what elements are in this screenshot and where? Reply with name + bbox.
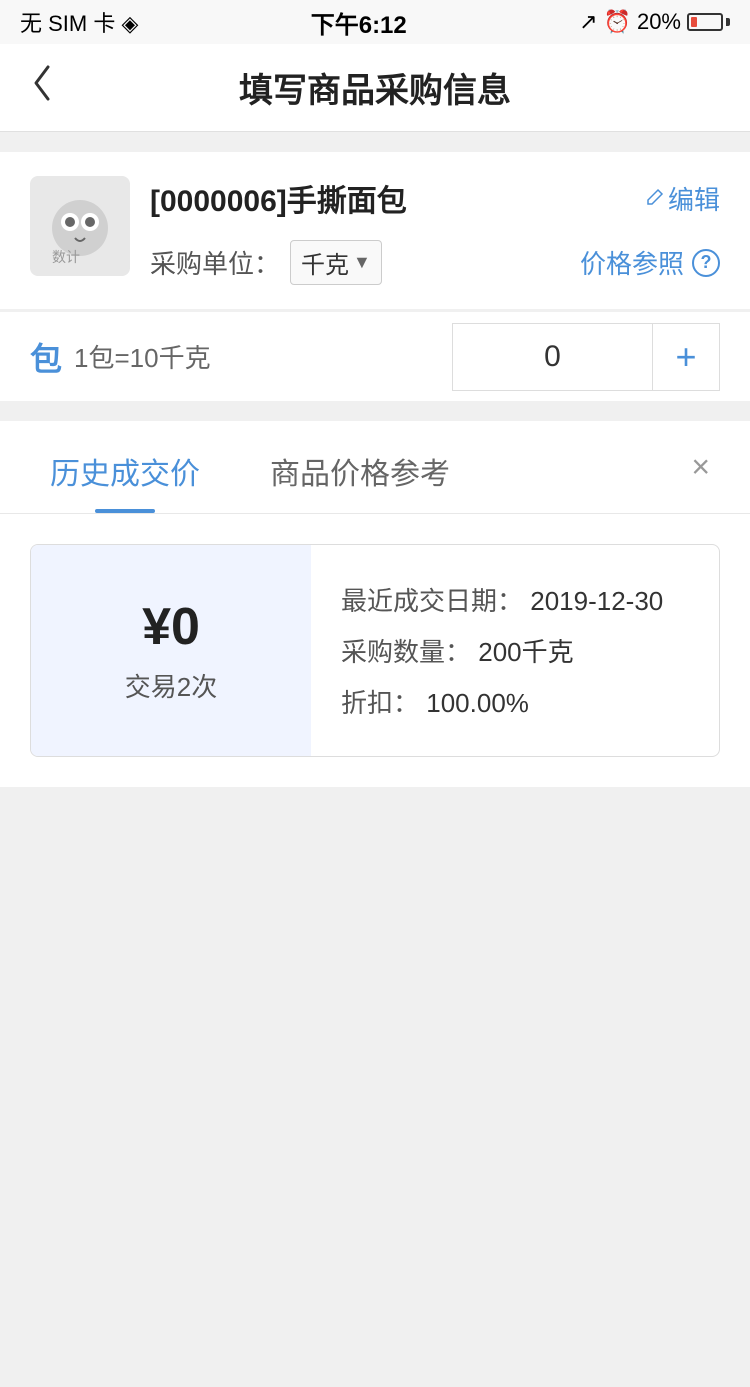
transaction-count: 交易2次 — [125, 667, 217, 704]
dropdown-arrow-icon: ▼ — [353, 252, 371, 273]
transaction-right: 最近成交日期： 2019-12-30 采购数量： 200千克 折扣： 100.0… — [311, 545, 719, 756]
alarm-icon: ⏰ — [604, 9, 631, 35]
svg-text:数计: 数计 — [52, 249, 80, 265]
edit-button[interactable]: 编辑 — [644, 180, 720, 217]
price-ref-label: 价格参照 — [580, 244, 684, 281]
product-unit-row: 采购单位： 千克 ▼ 价格参照 ? — [150, 240, 720, 285]
product-title: 手撕面包 — [287, 185, 407, 218]
tabs-section: 历史成交价 商品价格参考 × ¥0 交易2次 最近成交日期： 2019-12-3… — [0, 421, 750, 787]
transaction-discount-row: 折扣： 100.00% — [341, 683, 689, 720]
transaction-left: ¥0 交易2次 — [31, 545, 311, 756]
quantity-input-row: + — [452, 323, 720, 391]
location-icon: ↗ — [579, 9, 597, 35]
unit-label-text: 采购单位： — [150, 244, 280, 281]
edit-label: 编辑 — [668, 180, 720, 217]
quantity-input[interactable] — [452, 323, 652, 391]
unit-label: 采购单位： 千克 ▼ — [150, 240, 382, 285]
status-bar-left: 无 SIM 卡 ◈ — [20, 6, 138, 38]
product-header: 数计 [0000006]手撕面包 编辑 采购单位： 千克 — [30, 176, 720, 285]
purchase-quantity-value: 200千克 — [478, 637, 573, 667]
tab-price-reference[interactable]: 商品价格参考 — [250, 421, 470, 513]
price-ref-button[interactable]: 价格参照 ? — [580, 244, 720, 281]
product-image: 数计 — [30, 176, 130, 276]
transaction-date-row: 最近成交日期： 2019-12-30 — [341, 581, 689, 618]
empty-space — [0, 787, 750, 1387]
quantity-label: 包 1包=10千克 — [30, 334, 211, 380]
quantity-section: 包 1包=10千克 + — [0, 311, 750, 401]
tab-close-button[interactable]: × — [681, 439, 720, 496]
sim-status: 无 SIM 卡 ◈ — [20, 6, 138, 38]
back-button[interactable] — [30, 63, 54, 112]
battery-percent: 20% — [637, 9, 681, 35]
nav-bar: 填写商品采购信息 — [0, 44, 750, 132]
quantity-plus-button[interactable]: + — [652, 323, 720, 391]
transaction-quantity-row: 采购数量： 200千克 — [341, 632, 689, 669]
page-title: 填写商品采购信息 — [239, 63, 511, 112]
product-card: 数计 [0000006]手撕面包 编辑 采购单位： 千克 — [0, 152, 750, 309]
transaction-price: ¥0 — [142, 597, 200, 657]
product-info: [0000006]手撕面包 编辑 采购单位： 千克 ▼ — [150, 176, 720, 285]
purchase-quantity-label: 采购数量： — [341, 637, 471, 667]
unit-value: 千克 — [301, 245, 349, 280]
date-label: 最近成交日期： — [341, 586, 523, 616]
unit-select[interactable]: 千克 ▼ — [290, 240, 382, 285]
product-name: [0000006]手撕面包 — [150, 176, 407, 220]
product-name-row: [0000006]手撕面包 编辑 — [150, 176, 720, 220]
status-bar: 无 SIM 卡 ◈ 下午6:12 ↗ ⏰ 20% — [0, 0, 750, 44]
bag-icon: 包 — [30, 334, 62, 380]
tabs-header: 历史成交价 商品价格参考 × — [0, 421, 750, 514]
product-id: [0000006] — [150, 185, 287, 218]
bag-conversion: 1包=10千克 — [74, 338, 211, 375]
transaction-card: ¥0 交易2次 最近成交日期： 2019-12-30 采购数量： 200千克 折… — [30, 544, 720, 757]
tab-history-price[interactable]: 历史成交价 — [30, 421, 220, 513]
info-icon: ? — [692, 249, 720, 277]
date-value: 2019-12-30 — [530, 586, 663, 616]
discount-value: 100.00% — [426, 688, 529, 718]
battery-icon — [687, 13, 730, 31]
status-bar-right: ↗ ⏰ 20% — [579, 9, 730, 35]
history-content: ¥0 交易2次 最近成交日期： 2019-12-30 采购数量： 200千克 折… — [0, 514, 750, 787]
discount-label: 折扣： — [341, 688, 419, 718]
status-bar-time: 下午6:12 — [311, 5, 407, 40]
